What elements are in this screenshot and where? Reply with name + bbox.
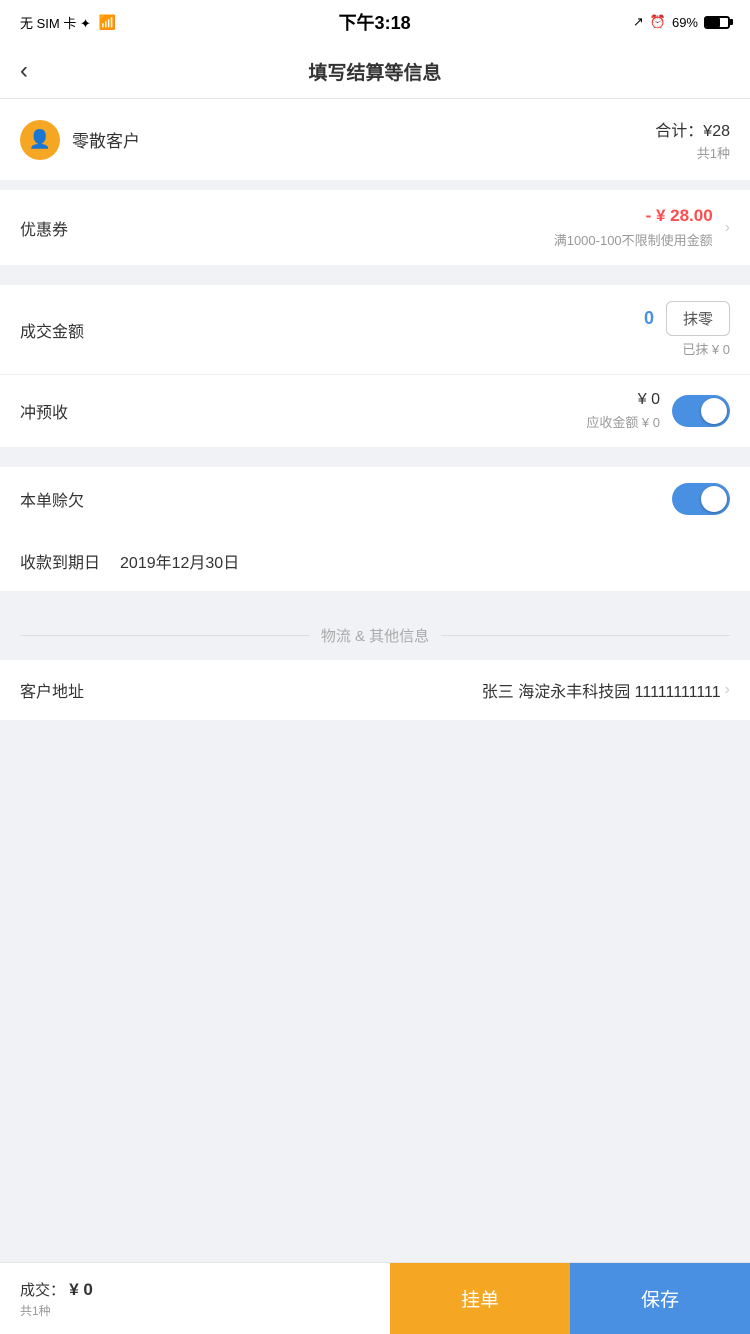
status-bar: 无 SIM 卡 ✦ 📶 下午3:18 ↗ ⏰ 69% — [0, 0, 750, 44]
debt-card: 本单赊欠 收款到期日 2019年12月30日 — [0, 467, 750, 591]
alarm-icon: ⏰ — [650, 14, 666, 30]
sim-status: 无 SIM 卡 ✦ — [20, 13, 91, 32]
battery-icon — [704, 16, 730, 29]
deal-amount: ¥ 0 — [69, 1280, 93, 1299]
debt-right — [672, 483, 730, 515]
customer-left: 👤 零散客户 — [20, 120, 140, 160]
amount-label: 成交金额 — [20, 318, 84, 342]
coupon-right: - ¥ 28.00 满1000-100不限制使用金额 › — [554, 206, 730, 249]
advance-toggle[interactable] — [672, 395, 730, 427]
due-date-label: 收款到期日 — [20, 549, 100, 573]
logistics-header: 物流 & 其他信息 — [0, 611, 750, 660]
logistics-title: 物流 & 其他信息 — [321, 625, 429, 646]
wifi-icon: 📶 — [99, 14, 116, 31]
address-label: 客户地址 — [20, 678, 84, 702]
address-right: 张三 海淀永丰科技园 11111111111 › — [466, 678, 730, 702]
address-row[interactable]: 客户地址 张三 海淀永丰科技园 11111111111 › — [0, 660, 750, 720]
advance-row: 冲预收 ¥ 0 应收金额 ¥ 0 — [0, 374, 750, 447]
avatar: 👤 — [20, 120, 60, 160]
amount-input-wrap: 0 抹零 — [644, 301, 730, 336]
nav-bar: ‹ 填写结算等信息 — [0, 44, 750, 99]
customer-right: 合计：¥28 共1种 — [655, 117, 730, 162]
address-card[interactable]: 客户地址 张三 海淀永丰科技园 11111111111 › — [0, 660, 750, 720]
coupon-card[interactable]: 优惠券 - ¥ 28.00 满1000-100不限制使用金额 › — [0, 190, 750, 265]
status-right: ↗ ⏰ 69% — [633, 14, 730, 30]
due-date-row: 收款到期日 2019年12月30日 — [0, 531, 750, 591]
main-content: 👤 零散客户 合计：¥28 共1种 优惠券 - ¥ 28.00 满1000-10… — [0, 99, 750, 890]
advance-right: ¥ 0 应收金额 ¥ 0 — [586, 391, 730, 431]
separator-1 — [0, 275, 750, 285]
customer-name: 零散客户 — [72, 127, 140, 152]
advance-value: ¥ 0 — [586, 391, 660, 409]
deal-label: 成交： — [20, 1282, 65, 1299]
avatar-icon: 👤 — [29, 129, 51, 150]
bottom-bar: 成交： ¥ 0 共1种 挂单 保存 — [0, 1262, 750, 1334]
debt-toggle[interactable] — [672, 483, 730, 515]
battery-percent: 69% — [672, 15, 698, 30]
location-icon: ↗ — [633, 14, 644, 30]
save-label: 保存 — [641, 1285, 679, 1312]
bottom-deal: 成交： ¥ 0 — [20, 1279, 370, 1300]
debt-row: 本单赊欠 — [0, 467, 750, 531]
bottom-count: 共1种 — [20, 1302, 370, 1319]
status-time: 下午3:18 — [339, 9, 411, 35]
page-title: 填写结算等信息 — [308, 58, 441, 85]
separator-3 — [0, 601, 750, 611]
amount-right: 0 抹零 已抹 ¥ 0 — [644, 301, 730, 358]
customer-row: 👤 零散客户 合计：¥28 共1种 — [0, 99, 750, 180]
back-button[interactable]: ‹ — [20, 57, 28, 85]
amount-value[interactable]: 0 — [644, 308, 654, 329]
coupon-value: - ¥ 28.00 — [554, 206, 713, 226]
debt-toggle-knob — [701, 486, 727, 512]
debt-label: 本单赊欠 — [20, 487, 84, 511]
customer-total: 合计：¥28 — [655, 117, 730, 141]
coupon-desc: 满1000-100不限制使用金额 — [554, 230, 713, 249]
pending-button[interactable]: 挂单 — [390, 1263, 570, 1334]
amount-card: 成交金额 0 抹零 已抹 ¥ 0 冲预收 ¥ 0 应收金额 ¥ 0 — [0, 285, 750, 447]
empty-area — [0, 730, 750, 890]
status-left: 无 SIM 卡 ✦ 📶 — [20, 13, 116, 32]
coupon-chevron-icon: › — [725, 219, 730, 237]
toggle-knob — [701, 398, 727, 424]
separator-2 — [0, 457, 750, 467]
customer-card: 👤 零散客户 合计：¥28 共1种 — [0, 99, 750, 180]
round-zero-button[interactable]: 抹零 — [666, 301, 730, 336]
address-value: 张三 海淀永丰科技园 11111111111 — [482, 678, 721, 702]
due-date-value[interactable]: 2019年12月30日 — [120, 549, 239, 573]
amount-row: 成交金额 0 抹零 已抹 ¥ 0 — [0, 285, 750, 374]
customer-count: 共1种 — [655, 143, 730, 162]
coupon-row[interactable]: 优惠券 - ¥ 28.00 满1000-100不限制使用金额 › — [0, 190, 750, 265]
coupon-label: 优惠券 — [20, 216, 68, 240]
advance-sub: 应收金额 ¥ 0 — [586, 412, 660, 431]
advance-label: 冲预收 — [20, 399, 68, 423]
amount-sub: 已抹 ¥ 0 — [644, 339, 730, 358]
save-button[interactable]: 保存 — [570, 1263, 750, 1334]
address-chevron-icon: › — [725, 681, 730, 699]
pending-label: 挂单 — [461, 1285, 499, 1312]
bottom-summary: 成交： ¥ 0 共1种 — [0, 1279, 390, 1319]
